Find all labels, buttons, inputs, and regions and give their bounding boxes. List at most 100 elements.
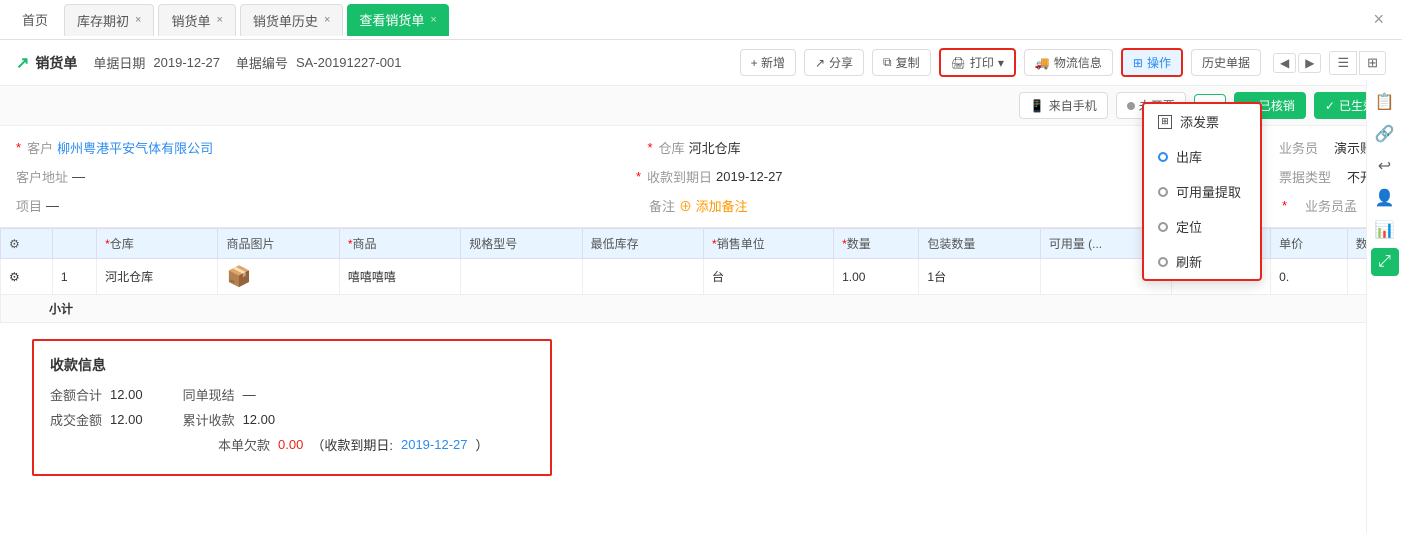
due-close-paren: ） bbox=[475, 435, 488, 454]
tab-bar: 首页 库存期初 × 销货单 × 销货单历史 × 查看销货单 × × bbox=[0, 0, 1402, 40]
refresh-icon bbox=[1158, 257, 1168, 267]
col-gear: ⚙ bbox=[1, 229, 53, 259]
project-label: 项目 bbox=[16, 196, 42, 215]
view-sales-tab-close[interactable]: × bbox=[430, 14, 436, 26]
share-button[interactable]: ↗ 分享 bbox=[804, 49, 864, 76]
col-model: 规格型号 bbox=[461, 229, 582, 259]
payment-row-2: 成交金额 12.00 累计收款 12.00 bbox=[50, 410, 534, 429]
date-value: 2019-12-27 bbox=[153, 55, 220, 70]
copy-button[interactable]: ⧉ 复制 bbox=[872, 49, 931, 76]
address-field: 客户地址 — bbox=[16, 167, 636, 186]
not-open-dot bbox=[1127, 102, 1135, 110]
due-label: 收款到期日 bbox=[324, 438, 389, 453]
warehouse-label: 仓库 bbox=[659, 138, 685, 157]
prev-tab-button[interactable]: ◀ bbox=[1273, 53, 1296, 73]
current-due-value: 0.00 bbox=[278, 437, 303, 452]
sidebar-icon-document[interactable]: 📋 bbox=[1371, 88, 1399, 116]
doc-icon: ↗ bbox=[16, 53, 29, 73]
inventory-tab-close[interactable]: × bbox=[135, 14, 141, 26]
sidebar-icon-chart[interactable]: 📊 bbox=[1371, 216, 1399, 244]
col-sales-unit: *销售单位 bbox=[704, 229, 834, 259]
row-warehouse: 河北仓库 bbox=[97, 259, 218, 295]
tab-inventory-start[interactable]: 库存期初 × bbox=[64, 4, 154, 36]
tab-home[interactable]: 首页 bbox=[10, 4, 60, 36]
subtotal-row: 小计 bbox=[1, 295, 1402, 323]
row-sales-unit: 台 bbox=[704, 259, 834, 295]
from-phone-button[interactable]: 📱 来自手机 bbox=[1019, 92, 1108, 119]
refresh-item[interactable]: 刷新 bbox=[1144, 244, 1260, 279]
print-dropdown-icon: ▾ bbox=[998, 56, 1004, 70]
same-order-item: 同单现结 — bbox=[183, 385, 256, 404]
tab-view-sales[interactable]: 查看销货单 × bbox=[347, 4, 448, 36]
new-button[interactable]: + 新增 bbox=[740, 49, 796, 76]
customer-value[interactable]: 柳州粤港平安气体有限公司 bbox=[57, 138, 213, 157]
sidebar-icon-fullscreen[interactable]: ⤢ bbox=[1371, 248, 1399, 276]
location-icon bbox=[1158, 222, 1168, 232]
operation-dropdown-menu: ⊞ 添发票 出库 可用量提取 定位 刷新 bbox=[1142, 102, 1262, 281]
sales-order-tab-label: 销货单 bbox=[171, 11, 210, 30]
payment-date-label: 收款到期日 bbox=[647, 167, 712, 186]
add-invoice-item[interactable]: ⊞ 添发票 bbox=[1144, 104, 1260, 139]
print-button[interactable]: 🖨 打印 ▾ bbox=[939, 48, 1016, 77]
warehouse-value: 河北仓库 bbox=[689, 138, 741, 157]
next-tab-button[interactable]: ▶ bbox=[1298, 53, 1321, 73]
location-label: 定位 bbox=[1176, 217, 1202, 236]
sidebar-icon-link[interactable]: 🔗 bbox=[1371, 120, 1399, 148]
from-phone-label: 来自手机 bbox=[1049, 97, 1097, 114]
row-gear[interactable]: ⚙ bbox=[1, 259, 53, 295]
available-qty-item[interactable]: 可用量提取 bbox=[1144, 174, 1260, 209]
effective-check-icon: ✓ bbox=[1325, 99, 1335, 113]
cumulative-payment-item: 累计收款 12.00 bbox=[183, 410, 276, 429]
row-quantity: 1.00 bbox=[834, 259, 919, 295]
tab-sales-order[interactable]: 销货单 × bbox=[158, 4, 235, 36]
row-product: 嘻嘻嘻嘻 bbox=[339, 259, 460, 295]
sidebar-icon-return[interactable]: ↩ bbox=[1371, 152, 1399, 180]
out-warehouse-label: 出库 bbox=[1176, 147, 1202, 166]
total-amount-item: 金额合计 12.00 bbox=[50, 385, 143, 404]
note-label: 备注 bbox=[649, 196, 675, 215]
transaction-amount-item: 成交金额 12.00 bbox=[50, 410, 143, 429]
cumulative-payment-label: 累计收款 bbox=[183, 410, 235, 429]
doc-type-label: 销货单 bbox=[35, 53, 77, 73]
row-seq: 1 bbox=[52, 259, 96, 295]
due-date-value: 2019-12-27 bbox=[401, 437, 468, 452]
project-field: 项目 — bbox=[16, 196, 649, 215]
salesman-label: 业务员孟 bbox=[1305, 196, 1357, 215]
location-item[interactable]: 定位 bbox=[1144, 209, 1260, 244]
already-canceled-label: 已核销 bbox=[1259, 97, 1295, 114]
logistics-label: 物流信息 bbox=[1054, 54, 1102, 71]
view-grid-button[interactable]: ⊞ bbox=[1359, 51, 1386, 75]
number-label: 单据编号 SA-20191227-001 bbox=[236, 53, 402, 72]
same-order-value: — bbox=[243, 387, 256, 402]
out-warehouse-item[interactable]: 出库 bbox=[1144, 139, 1260, 174]
operation-button[interactable]: ⊞ 操作 bbox=[1121, 48, 1183, 77]
payment-info-section: 收款信息 金额合计 12.00 同单现结 — 成交金额 12.00 累计收款 bbox=[32, 339, 552, 476]
transaction-amount-value: 12.00 bbox=[110, 412, 143, 427]
view-list-button[interactable]: ☰ bbox=[1329, 51, 1357, 75]
logistics-button[interactable]: 🚚 物流信息 bbox=[1024, 49, 1113, 76]
warehouse-required-star: * bbox=[647, 140, 652, 155]
document-title-section: ↗ 销货单 bbox=[16, 53, 77, 73]
plus-icon: ⊕ bbox=[679, 199, 696, 214]
operation-label: 操作 bbox=[1147, 54, 1171, 71]
history-button[interactable]: 历史单据 bbox=[1191, 49, 1261, 76]
view-toggle: ☰ ⊞ bbox=[1329, 51, 1386, 75]
note-add-link[interactable]: ⊕ 添加备注 bbox=[679, 196, 748, 215]
share-icon: ↗ bbox=[815, 56, 825, 70]
out-warehouse-icon bbox=[1158, 152, 1168, 162]
tab-nav-buttons: ◀ ▶ bbox=[1273, 53, 1321, 73]
home-tab-label: 首页 bbox=[22, 10, 48, 29]
sales-history-tab-close[interactable]: × bbox=[324, 14, 330, 26]
sales-history-tab-label: 销货单历史 bbox=[253, 11, 318, 30]
sales-order-tab-close[interactable]: × bbox=[216, 14, 222, 26]
sidebar-icon-user[interactable]: 👤 bbox=[1371, 184, 1399, 212]
operation-icon: ⊞ bbox=[1133, 56, 1143, 70]
date-label: 单据日期 2019-12-27 bbox=[93, 53, 220, 72]
refresh-label: 刷新 bbox=[1176, 252, 1202, 271]
print-icon: 🖨 bbox=[951, 56, 966, 70]
tab-sales-history[interactable]: 销货单历史 × bbox=[240, 4, 343, 36]
col-unit-price: 单价 bbox=[1271, 229, 1348, 259]
inventory-tab-label: 库存期初 bbox=[77, 11, 129, 30]
window-close-button[interactable]: × bbox=[1365, 9, 1392, 30]
bottom-area: 收款信息 金额合计 12.00 同单现结 — 成交金额 12.00 累计收款 bbox=[0, 323, 1402, 492]
